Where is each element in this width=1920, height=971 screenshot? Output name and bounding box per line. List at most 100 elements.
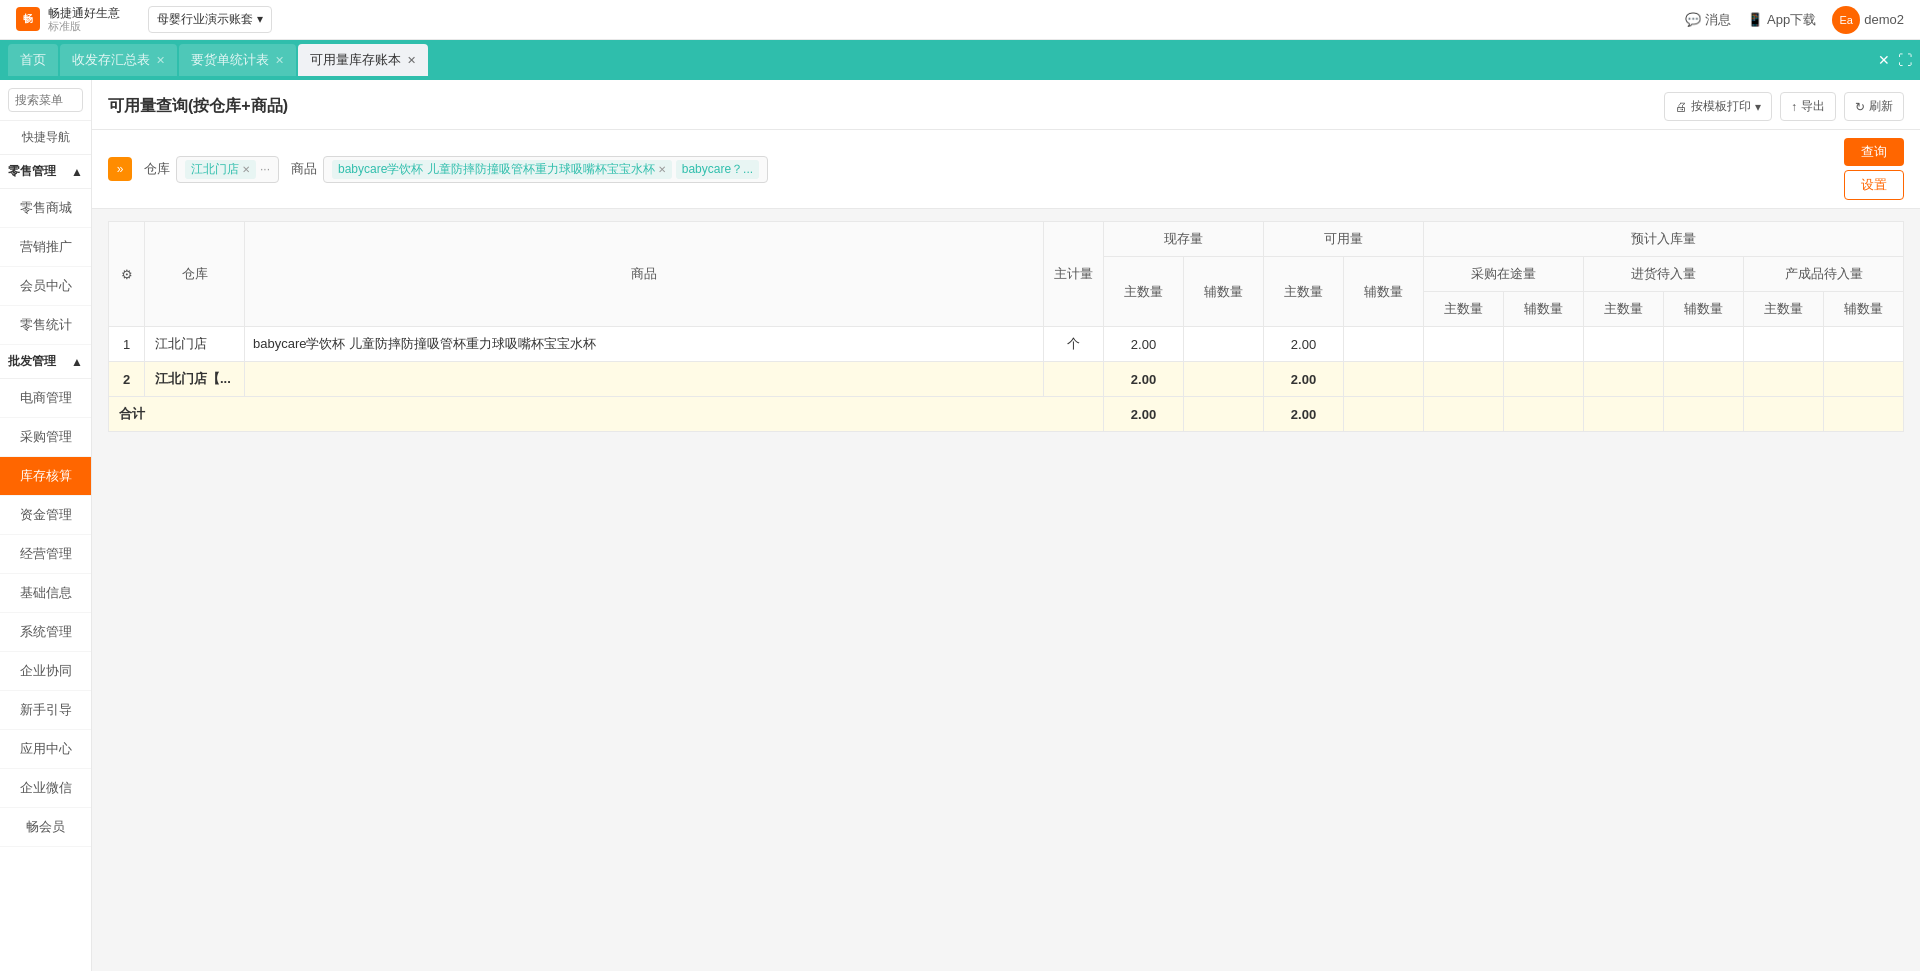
settings-btn[interactable]: 设置 xyxy=(1844,170,1904,200)
footer-production-main xyxy=(1744,397,1824,432)
sidebar-item-system[interactable]: 系统管理 xyxy=(0,613,91,652)
message-btn[interactable]: 💬 消息 xyxy=(1685,11,1731,29)
goods-remove-icon-1[interactable]: ✕ xyxy=(658,164,666,175)
sidebar-item-marketing[interactable]: 营销推广 xyxy=(0,228,91,267)
row1-stock-aux xyxy=(1184,327,1264,362)
th-production-aux: 辅数量 xyxy=(1824,292,1904,327)
print-icon: 🖨 xyxy=(1675,100,1687,114)
warehouse-filter-group: 仓库 江北门店 ✕ ··· xyxy=(144,156,279,183)
export-btn[interactable]: ↑ 导出 xyxy=(1780,92,1836,121)
tab-order-stats[interactable]: 要货单统计表 ✕ xyxy=(179,44,296,76)
th-production-pending: 产成品待入量 xyxy=(1744,257,1904,292)
refresh-icon: ↻ xyxy=(1855,100,1865,114)
row1-stock-main: 2.00 xyxy=(1104,327,1184,362)
row1-unit: 个 xyxy=(1044,327,1104,362)
warehouse-tag: 江北门店 ✕ xyxy=(185,160,256,179)
row2-production-main xyxy=(1744,362,1824,397)
sidebar: 快捷导航 零售管理 ▲ 零售商城 营销推广 会员中心 零售统计 批发管理 ▲ 电… xyxy=(0,80,92,971)
th-incoming-main: 主数量 xyxy=(1584,292,1664,327)
row2-warehouse: 江北门店【... xyxy=(145,362,245,397)
row1-purchase-aux xyxy=(1504,327,1584,362)
row2-incoming-aux xyxy=(1664,362,1744,397)
sidebar-section-wholesale[interactable]: 批发管理 ▲ xyxy=(0,345,91,379)
page-actions: 🖨 按模板打印 ▾ ↑ 导出 ↻ 刷新 xyxy=(1664,92,1904,121)
sidebar-item-purchase[interactable]: 采购管理 xyxy=(0,418,91,457)
row2-index: 2 xyxy=(109,362,145,397)
sidebar-search-container xyxy=(0,80,91,121)
chevron-right-icon: » xyxy=(117,162,124,176)
sidebar-section-retail[interactable]: 零售管理 ▲ xyxy=(0,155,91,189)
filter-toggle-btn[interactable]: » xyxy=(108,157,132,181)
footer-incoming-main xyxy=(1584,397,1664,432)
th-unit: 主计量 xyxy=(1044,222,1104,327)
warehouse-more-icon[interactable]: ··· xyxy=(260,162,270,176)
warehouse-remove-icon[interactable]: ✕ xyxy=(242,164,250,175)
tab-close-available[interactable]: ✕ xyxy=(407,54,416,67)
tab-available-stock[interactable]: 可用量库存账本 ✕ xyxy=(298,44,428,76)
sidebar-item-ecommerce[interactable]: 电商管理 xyxy=(0,379,91,418)
sidebar-item-enterprise[interactable]: 企业协同 xyxy=(0,652,91,691)
row2-production-aux xyxy=(1824,362,1904,397)
th-avail-aux: 辅数量 xyxy=(1344,257,1424,327)
sidebar-item-inventory[interactable]: 库存核算 xyxy=(0,457,91,496)
settings-icon[interactable]: ⚙ xyxy=(121,267,133,282)
org-selector[interactable]: 母婴行业演示账套 ▾ xyxy=(148,6,272,33)
tab-expand-icon[interactable]: ⛶ xyxy=(1898,52,1912,68)
export-icon: ↑ xyxy=(1791,100,1797,114)
row1-avail-main: 2.00 xyxy=(1264,327,1344,362)
goods-tag-1: babycare学饮杯 儿童防摔防撞吸管杯重力球吸嘴杯宝宝水杯 ✕ xyxy=(332,160,672,179)
sidebar-item-guide[interactable]: 新手引导 xyxy=(0,691,91,730)
tab-actions: ✕ ⛶ xyxy=(1878,52,1912,68)
goods-value[interactable]: babycare学饮杯 儿童防摔防撞吸管杯重力球吸嘴杯宝宝水杯 ✕ babyca… xyxy=(323,156,768,183)
row2-unit xyxy=(1044,362,1104,397)
warehouse-label: 仓库 xyxy=(144,160,170,178)
app-download-btn[interactable]: 📱 App下载 xyxy=(1747,11,1816,29)
warehouse-value[interactable]: 江北门店 ✕ ··· xyxy=(176,156,279,183)
sidebar-item-operations[interactable]: 经营管理 xyxy=(0,535,91,574)
footer-production-aux xyxy=(1824,397,1904,432)
th-current-stock: 现存量 xyxy=(1104,222,1264,257)
sidebar-item-retail-mall[interactable]: 零售商城 xyxy=(0,189,91,228)
sidebar-item-basic-info[interactable]: 基础信息 xyxy=(0,574,91,613)
refresh-btn[interactable]: ↻ 刷新 xyxy=(1844,92,1904,121)
tab-receipt-summary[interactable]: 收发存汇总表 ✕ xyxy=(60,44,177,76)
row1-purchase-main xyxy=(1424,327,1504,362)
filter-bar: » 仓库 江北门店 ✕ ··· 商品 babycare学饮杯 儿童防摔防撞吸管杯… xyxy=(92,130,1920,209)
sidebar-item-member-plus[interactable]: 畅会员 xyxy=(0,808,91,847)
footer-purchase-main xyxy=(1424,397,1504,432)
chevron-up-icon: ▲ xyxy=(71,165,83,179)
th-stock-main: 主数量 xyxy=(1104,257,1184,327)
row2-goods xyxy=(245,362,1044,397)
sidebar-item-member[interactable]: 会员中心 xyxy=(0,267,91,306)
avatar: Ea xyxy=(1832,6,1860,34)
sidebar-item-quick-nav[interactable]: 快捷导航 xyxy=(0,121,91,155)
top-bar: 畅 畅捷通好生意 标准版 母婴行业演示账套 ▾ 💬 消息 📱 App下载 Ea … xyxy=(0,0,1920,40)
sidebar-item-enterprise-wechat[interactable]: 企业微信 xyxy=(0,769,91,808)
th-available: 可用量 xyxy=(1264,222,1424,257)
sidebar-item-app-center[interactable]: 应用中心 xyxy=(0,730,91,769)
query-btn[interactable]: 查询 xyxy=(1844,138,1904,166)
footer-avail-aux xyxy=(1344,397,1424,432)
user-profile[interactable]: Ea demo2 xyxy=(1832,6,1904,34)
content-area: 可用量查询(按仓库+商品) 🖨 按模板打印 ▾ ↑ 导出 ↻ 刷新 xyxy=(92,80,1920,971)
page-header: 可用量查询(按仓库+商品) 🖨 按模板打印 ▾ ↑ 导出 ↻ 刷新 xyxy=(92,80,1920,130)
th-purchase-transit: 采购在途量 xyxy=(1424,257,1584,292)
row2-purchase-main xyxy=(1424,362,1504,397)
table-row: 1 江北门店 babycare学饮杯 儿童防摔防撞吸管杯重力球吸嘴杯宝宝水杯 个… xyxy=(109,327,1904,362)
sidebar-item-finance[interactable]: 资金管理 xyxy=(0,496,91,535)
sidebar-item-retail-stats[interactable]: 零售统计 xyxy=(0,306,91,345)
th-incoming-pending: 进货待入量 xyxy=(1584,257,1744,292)
tab-home[interactable]: 首页 xyxy=(8,44,58,76)
tab-close-order[interactable]: ✕ xyxy=(275,54,284,67)
th-avail-main: 主数量 xyxy=(1264,257,1344,327)
th-settings[interactable]: ⚙ xyxy=(109,222,145,327)
tab-close-receipt[interactable]: ✕ xyxy=(156,54,165,67)
message-icon: 💬 xyxy=(1685,12,1701,27)
footer-incoming-aux xyxy=(1664,397,1744,432)
sidebar-search-input[interactable] xyxy=(8,88,83,112)
row2-stock-aux xyxy=(1184,362,1264,397)
th-purchase-aux: 辅数量 xyxy=(1504,292,1584,327)
th-warehouse: 仓库 xyxy=(145,222,245,327)
print-template-btn[interactable]: 🖨 按模板打印 ▾ xyxy=(1664,92,1772,121)
tab-close-all-icon[interactable]: ✕ xyxy=(1878,52,1890,68)
